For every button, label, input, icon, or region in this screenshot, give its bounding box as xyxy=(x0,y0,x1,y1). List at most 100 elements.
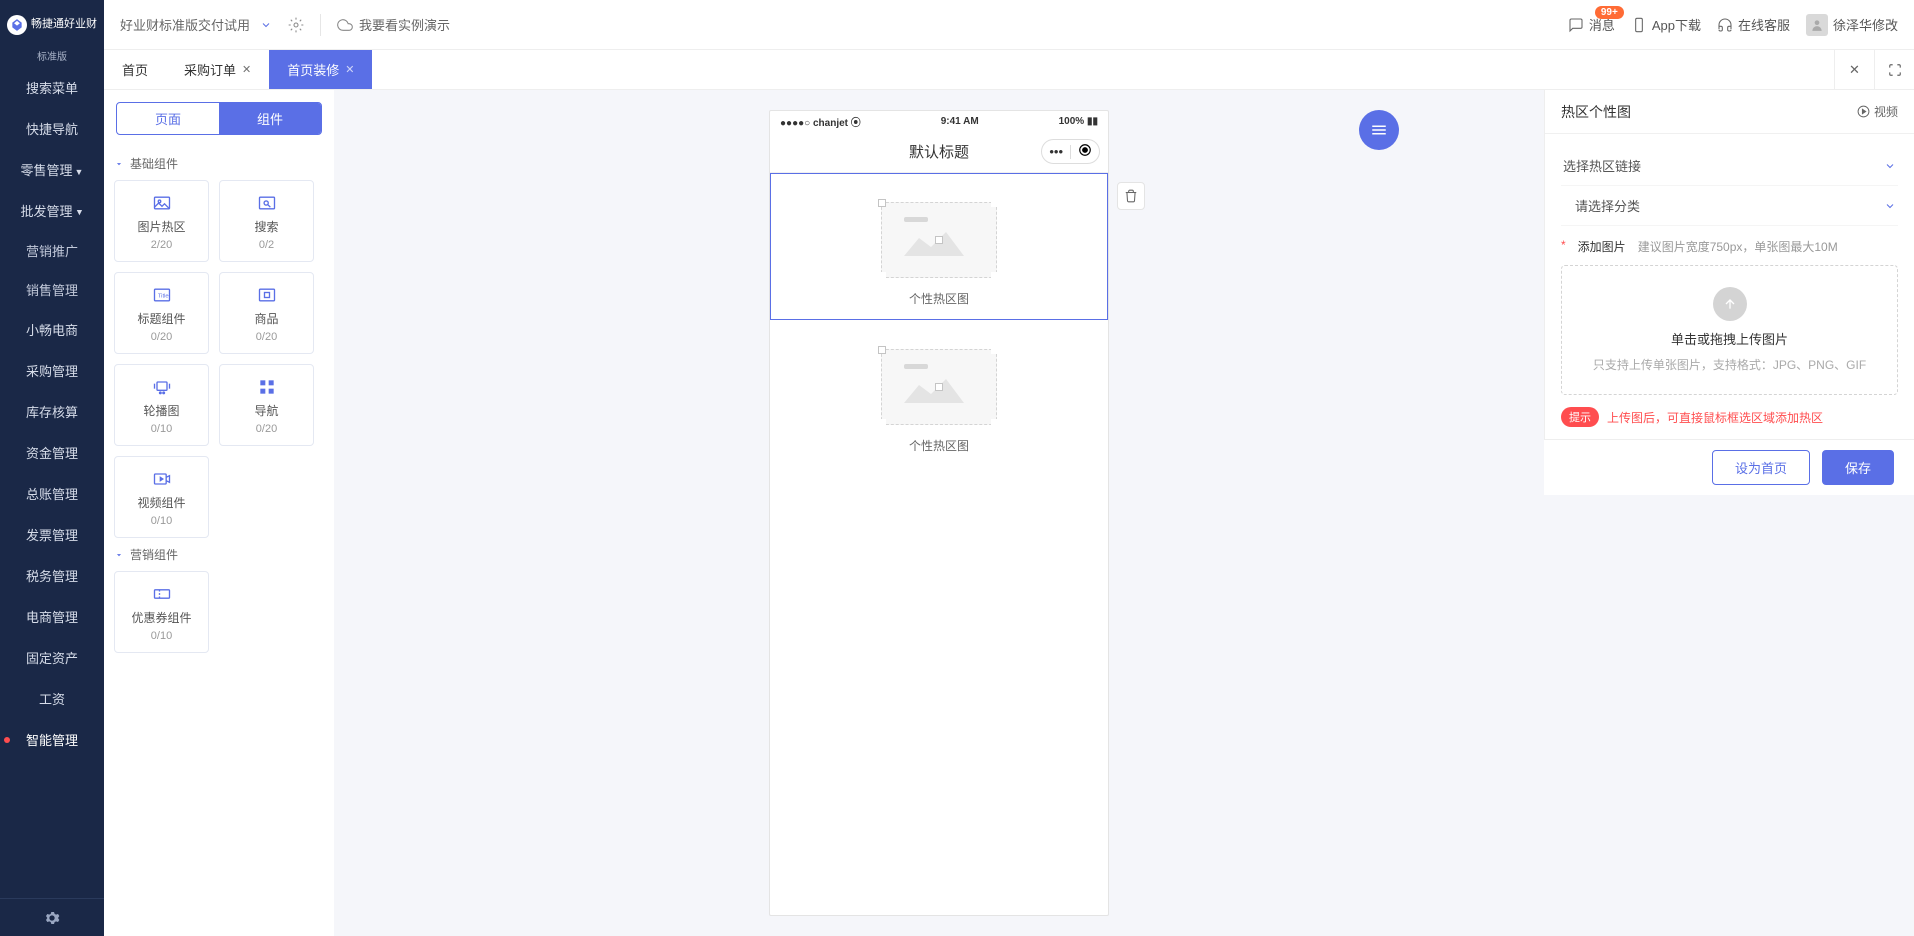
save-button[interactable]: 保存 xyxy=(1822,450,1894,485)
more-icon[interactable]: ••• xyxy=(1049,144,1063,159)
prop-category[interactable]: 请选择分类 xyxy=(1561,186,1898,226)
logo[interactable]: 畅捷通好业财 xyxy=(0,0,104,50)
canvas: ●●●●○ chanjet ⦿ 9:41 AM 100% ▮▮ 默认标题 ••• xyxy=(334,90,1544,936)
search-icon xyxy=(254,192,280,214)
property-panel-title: 热区个性图 xyxy=(1561,102,1631,122)
image-placeholder xyxy=(881,202,997,278)
upload-image-area[interactable]: 单击或拖拽上传图片 只支持上传单张图片，支持格式：JPG、PNG、GIF xyxy=(1561,265,1898,395)
sidebar-settings[interactable] xyxy=(0,898,104,936)
comp-coupon[interactable]: 优惠券组件 0/10 xyxy=(114,571,209,653)
comp-search[interactable]: 搜索 0/2 xyxy=(219,180,314,262)
comp-title[interactable]: Title 标题组件 0/20 xyxy=(114,272,209,354)
nav-salary[interactable]: 工资 xyxy=(0,678,104,719)
comp-group-marketing[interactable]: 营销组件 xyxy=(114,546,324,563)
nav-assets[interactable]: 固定资产 xyxy=(0,637,104,678)
settings-icon[interactable] xyxy=(288,17,304,33)
delete-block-button[interactable] xyxy=(1117,182,1145,210)
phone-carrier: ●●●●○ chanjet ⦿ xyxy=(780,114,861,129)
chevron-down-icon xyxy=(1884,160,1896,172)
nav-sales[interactable]: 销售管理 xyxy=(0,270,104,309)
comp-group-basic[interactable]: 基础组件 xyxy=(114,155,324,172)
canvas-menu-button[interactable] xyxy=(1359,110,1399,150)
nav-inventory[interactable]: 库存核算 xyxy=(0,391,104,432)
close-all-tabs[interactable]: ✕ xyxy=(1834,50,1874,89)
nav-funds[interactable]: 资金管理 xyxy=(0,432,104,473)
component-panel-tabs: 页面 组件 xyxy=(116,102,322,135)
phone-title: 默认标题 xyxy=(909,141,969,162)
comp-tab-component[interactable]: 组件 xyxy=(219,103,321,134)
carousel-icon xyxy=(149,376,175,398)
chevron-down-icon xyxy=(114,550,124,560)
nav-wholesale[interactable]: 批发管理▲ xyxy=(0,190,104,231)
nav-invoice[interactable]: 发票管理 xyxy=(0,514,104,555)
phone-time: 9:41 AM xyxy=(861,116,1059,127)
phone-miniapp-actions: ••• xyxy=(1041,139,1100,164)
message-icon xyxy=(1568,17,1584,33)
video-help-link[interactable]: 视频 xyxy=(1857,103,1898,120)
close-icon[interactable]: ✕ xyxy=(345,63,354,76)
footer-buttons: 设为首页 保存 xyxy=(1544,439,1914,495)
tab-home[interactable]: 首页 xyxy=(104,50,166,89)
play-icon xyxy=(1857,105,1870,118)
sidebar: 畅捷通好业财 标准版 搜索菜单 快捷导航 零售管理▼ 批发管理▲ 营销推广 销售… xyxy=(0,0,104,936)
nav-search-menu[interactable]: 搜索菜单 xyxy=(0,67,104,108)
tenant-selector[interactable]: 好业财标准版交付试用 xyxy=(120,15,272,34)
target-icon[interactable] xyxy=(1078,143,1092,160)
tip-badge: 提示 xyxy=(1561,407,1599,427)
fullscreen-icon xyxy=(1888,63,1902,77)
chevron-down-icon xyxy=(260,19,272,31)
nav-retail[interactable]: 零售管理▼ xyxy=(0,149,104,190)
coupon-icon xyxy=(149,583,175,605)
phone-preview: ●●●●○ chanjet ⦿ 9:41 AM 100% ▮▮ 默认标题 ••• xyxy=(769,110,1109,916)
nav-ecommerce-xc[interactable]: 小畅电商 xyxy=(0,309,104,350)
mobile-icon xyxy=(1631,17,1647,33)
header-service[interactable]: 在线客服 xyxy=(1717,15,1790,34)
demo-link[interactable]: 我要看实例演示 xyxy=(337,15,450,34)
user-icon xyxy=(1810,18,1824,32)
close-icon[interactable]: ✕ xyxy=(242,63,251,76)
comp-nav[interactable]: 导航 0/20 xyxy=(219,364,314,446)
block-label: 个性热区图 xyxy=(791,437,1087,454)
chevron-down-icon xyxy=(1884,200,1896,212)
video-icon xyxy=(149,468,175,490)
headset-icon xyxy=(1717,17,1733,33)
canvas-block-hotspot-1[interactable]: 个性热区图 xyxy=(770,173,1108,320)
comp-tab-page[interactable]: 页面 xyxy=(117,103,219,134)
trash-icon xyxy=(1124,189,1138,203)
comp-carousel[interactable]: 轮播图 0/10 xyxy=(114,364,209,446)
phone-status-bar: ●●●●○ chanjet ⦿ 9:41 AM 100% ▮▮ xyxy=(770,111,1108,131)
nav-ecommerce[interactable]: 电商管理 xyxy=(0,596,104,637)
header-messages[interactable]: 消息 99+ xyxy=(1568,15,1615,34)
comp-image-hotspot[interactable]: 图片热区 2/20 xyxy=(114,180,209,262)
tabs-actions: ✕ xyxy=(1834,50,1914,89)
nav-smart[interactable]: 智能管理 xyxy=(0,719,104,760)
sidebar-nav: 搜索菜单 快捷导航 零售管理▼ 批发管理▲ 营销推广 销售管理 小畅电商 采购管… xyxy=(0,67,104,898)
logo-subtitle: 标准版 xyxy=(0,48,104,63)
nav-quick-nav[interactable]: 快捷导航 xyxy=(0,108,104,149)
nav-purchase[interactable]: 采购管理 xyxy=(0,350,104,391)
comp-goods[interactable]: 商品 0/20 xyxy=(219,272,314,354)
header-user[interactable]: 徐泽华修改 xyxy=(1806,14,1898,36)
tenant-name: 好业财标准版交付试用 xyxy=(120,15,250,34)
canvas-block-hotspot-2[interactable]: 个性热区图 xyxy=(770,320,1108,467)
avatar xyxy=(1806,14,1828,36)
nav-tax[interactable]: 税务管理 xyxy=(0,555,104,596)
header-app-download[interactable]: App下载 xyxy=(1631,15,1701,34)
header: 好业财标准版交付试用 我要看实例演示 消息 99+ App下载 在线客服 xyxy=(104,0,1914,50)
logo-text: 畅捷通好业财 xyxy=(31,18,97,31)
prop-hotspot-link[interactable]: 选择热区链接 xyxy=(1561,146,1898,186)
nav-marketing[interactable]: 营销推广 xyxy=(0,231,104,270)
phone-title-bar: 默认标题 ••• xyxy=(770,131,1108,173)
fullscreen-button[interactable] xyxy=(1874,50,1914,89)
tab-purchase-order[interactable]: 采购订单✕ xyxy=(166,50,269,89)
cloud-icon xyxy=(337,17,353,33)
set-home-button[interactable]: 设为首页 xyxy=(1712,450,1810,485)
add-image-label: 添加图片 xyxy=(1578,238,1626,255)
tabs-bar: 首页 采购订单✕ 首页装修✕ ✕ xyxy=(104,50,1914,90)
nav-ledger[interactable]: 总账管理 xyxy=(0,473,104,514)
tab-home-decoration[interactable]: 首页装修✕ xyxy=(269,50,372,89)
component-panel: 页面 组件 基础组件 图片热区 2/20 xyxy=(104,90,334,936)
comp-video[interactable]: 视频组件 0/10 xyxy=(114,456,209,538)
phone-battery: 100% ▮▮ xyxy=(1059,116,1098,127)
required-indicator: * xyxy=(1561,238,1566,255)
